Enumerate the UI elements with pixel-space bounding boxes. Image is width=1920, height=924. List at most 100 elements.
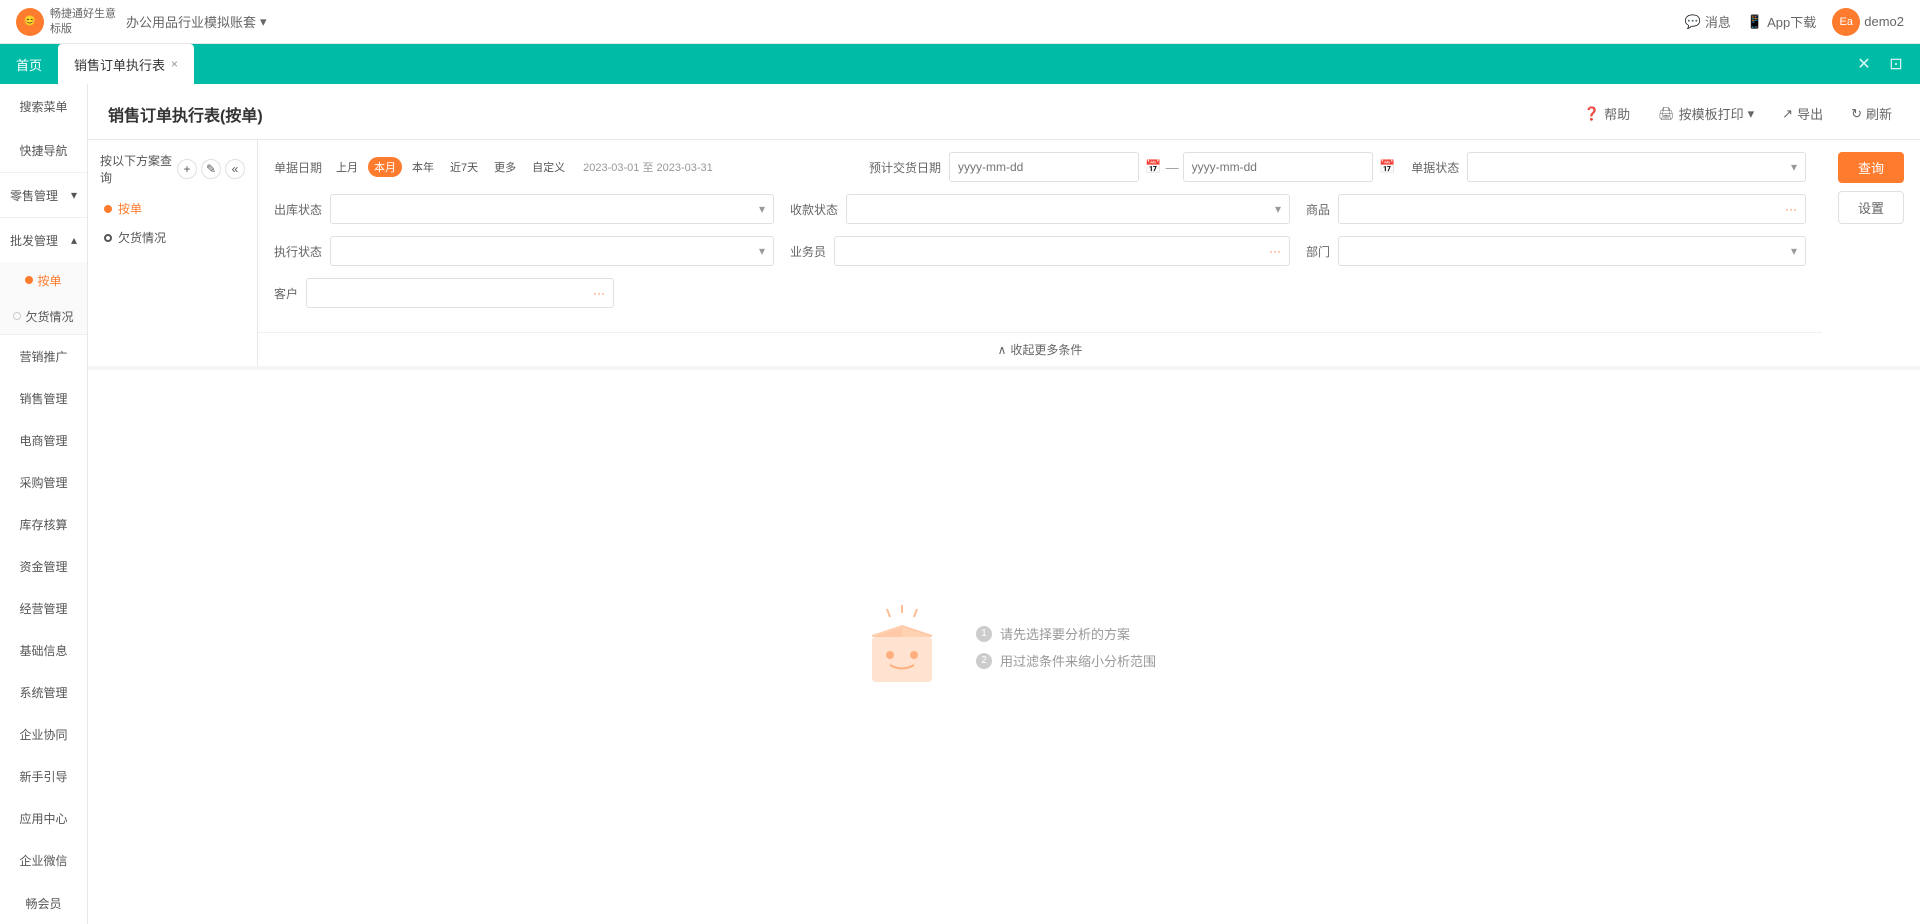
- refresh-icon: ↻: [1851, 106, 1862, 122]
- exec-status-label: 执行状态: [274, 243, 322, 260]
- tab-sales-order[interactable]: 销售订单执行表 ×: [58, 44, 194, 84]
- calendar-end-icon[interactable]: 📅: [1379, 159, 1395, 175]
- message-button[interactable]: 💬 消息: [1685, 12, 1731, 31]
- refresh-button[interactable]: ↻ 刷新: [1843, 100, 1900, 127]
- tab-close-icon[interactable]: ×: [171, 57, 178, 71]
- sidebar-item-sales[interactable]: 销售管理: [0, 377, 87, 419]
- page-header: 销售订单执行表(按单) ❓ 帮助 🖨 按模板打印 ▾ ↗ 导出: [88, 84, 1920, 140]
- add-scheme-button[interactable]: +: [177, 159, 197, 179]
- collapse-filters-button[interactable]: ∧ 收起更多条件: [258, 332, 1822, 366]
- sidebar-search[interactable]: 搜索菜单: [0, 84, 87, 128]
- quick-date-last-month[interactable]: 上月: [330, 157, 364, 177]
- sidebar-item-marketing[interactable]: 营销推广: [0, 335, 87, 377]
- edit-scheme-button[interactable]: ✎: [201, 159, 221, 179]
- quick-date-custom[interactable]: 自定义: [526, 157, 571, 177]
- scheme-dot-empty-icon: [104, 234, 112, 242]
- filter-field-date: 单据日期 上月 本月 本年 近7天 更多 自定义 2023-03-01 至 20…: [274, 157, 853, 177]
- app-download-icon: 📱: [1747, 14, 1763, 30]
- empty-tip-1: 1 请先选择要分析的方案: [976, 624, 1156, 643]
- sidebar-item-system[interactable]: 系统管理: [0, 672, 87, 714]
- expected-date-start[interactable]: [949, 152, 1139, 182]
- help-button[interactable]: ❓ 帮助: [1576, 100, 1638, 127]
- filter-field-collect-status: 收款状态 ▾: [790, 194, 1290, 224]
- scheme-dot-icon: [104, 205, 112, 213]
- customer-select[interactable]: ···: [306, 278, 614, 308]
- sidebar-sub-press[interactable]: 按单: [0, 262, 87, 298]
- sidebar-item-basics[interactable]: 基础信息: [0, 630, 87, 672]
- empty-tip-2: 2 用过滤条件来缩小分析范围: [976, 651, 1156, 670]
- quick-date-7days[interactable]: 近7天: [444, 157, 484, 177]
- breadcrumb-arrow-icon[interactable]: ▾: [260, 14, 267, 30]
- calendar-start-icon[interactable]: 📅: [1145, 159, 1161, 175]
- salesperson-select[interactable]: ···: [834, 236, 1290, 266]
- tab-bar-actions: ✕ ⊡: [1852, 52, 1920, 76]
- top-header: 😊 畅捷通好生意 标版 办公用品行业模拟账套 ▾ 💬 消息 📱 App下载 Ea…: [0, 0, 1920, 44]
- tab-close-window[interactable]: ✕: [1852, 52, 1876, 76]
- filter-form: 单据日期 上月 本月 本年 近7天 更多 自定义 2023-03-01 至 20…: [258, 140, 1822, 332]
- chevron-down-dept-icon: ▾: [1791, 244, 1797, 258]
- filter-row-2: 出库状态 ▾ 收款状态 ▾: [274, 194, 1806, 224]
- quick-date-more[interactable]: 更多: [488, 157, 522, 177]
- out-status-label: 出库状态: [274, 201, 322, 218]
- sidebar-quick-nav[interactable]: 快捷导航: [0, 128, 87, 172]
- sidebar-item-collab[interactable]: 企业协同: [0, 714, 87, 756]
- query-button[interactable]: 查询: [1838, 152, 1904, 183]
- user-profile[interactable]: Ea demo2: [1832, 8, 1904, 36]
- collect-status-select[interactable]: ▾: [846, 194, 1290, 224]
- filter-field-dept: 部门 ▾: [1306, 236, 1806, 266]
- sidebar-item-ecommerce[interactable]: 电商管理: [0, 419, 87, 461]
- sidebar-retail-section: 零售管理 ▾: [0, 173, 87, 218]
- sidebar-item-inventory[interactable]: 库存核算: [0, 503, 87, 545]
- sidebar-item-wholesale[interactable]: 批发管理 ▴: [0, 218, 87, 262]
- more-icon-customer: ···: [593, 286, 605, 300]
- out-status-select[interactable]: ▾: [330, 194, 774, 224]
- quick-date-this-month[interactable]: 本月: [368, 157, 402, 177]
- template-print-button[interactable]: 🖨 按模板打印 ▾: [1650, 100, 1762, 127]
- chevron-down-collect-status-icon: ▾: [1275, 202, 1281, 216]
- tab-restore-window[interactable]: ⊡: [1884, 52, 1908, 76]
- logo-area: 😊 畅捷通好生意 标版: [16, 7, 116, 36]
- sidebar-item-retail[interactable]: 零售管理 ▾: [0, 173, 87, 217]
- sidebar-item-wechat[interactable]: 企业微信: [0, 840, 87, 882]
- main-layout: 搜索菜单 快捷导航 零售管理 ▾ 批发管理 ▴ 按单 欠货情况: [0, 84, 1920, 924]
- query-actions: 查询 设置: [1822, 140, 1920, 366]
- single-status-label: 单据状态: [1411, 159, 1459, 176]
- dept-select[interactable]: ▾: [1338, 236, 1806, 266]
- sidebar-item-newcomer[interactable]: 新手引导: [0, 756, 87, 798]
- sidebar-item-operations[interactable]: 经营管理: [0, 587, 87, 629]
- sidebar-search-section: 搜索菜单 快捷导航: [0, 84, 87, 173]
- header-left: 😊 畅捷通好生意 标版 办公用品行业模拟账套 ▾: [16, 7, 267, 36]
- content-area: 销售订单执行表(按单) ❓ 帮助 🖨 按模板打印 ▾ ↗ 导出: [88, 84, 1920, 924]
- single-status-select[interactable]: ▾: [1467, 152, 1806, 182]
- sidebar-item-finance[interactable]: 资金管理: [0, 545, 87, 587]
- breadcrumb-text: 办公用品行业模拟账套: [126, 12, 256, 31]
- quick-dates: 上月 本月 本年 近7天 更多 自定义: [330, 157, 571, 177]
- tab-home[interactable]: 首页: [0, 44, 58, 84]
- dept-label: 部门: [1306, 243, 1330, 260]
- sidebar: 搜索菜单 快捷导航 零售管理 ▾ 批发管理 ▴ 按单 欠货情况: [0, 84, 88, 924]
- chevron-down-exec-status-icon: ▾: [759, 244, 765, 258]
- collapse-icon: ∧: [998, 343, 1007, 357]
- collapse-sidebar-button[interactable]: «: [225, 159, 245, 179]
- header-right: 💬 消息 📱 App下载 Ea demo2: [1685, 8, 1904, 36]
- sidebar-sub-debt[interactable]: 欠货情况: [0, 298, 87, 334]
- app-download-button[interactable]: 📱 App下载: [1747, 12, 1816, 31]
- settings-button[interactable]: 设置: [1838, 191, 1904, 224]
- exec-status-select[interactable]: ▾: [330, 236, 774, 266]
- customer-label: 客户: [274, 285, 298, 302]
- sidebar-item-purchase[interactable]: 采购管理: [0, 461, 87, 503]
- filter-scheme-debt[interactable]: 欠货情况: [96, 223, 249, 252]
- filter-panel: 按以下方案查询 + ✎ « 按单: [88, 140, 1920, 366]
- export-button[interactable]: ↗ 导出: [1774, 100, 1831, 127]
- quick-date-this-year[interactable]: 本年: [406, 157, 440, 177]
- empty-state-illustration: [852, 597, 952, 697]
- expected-date-end[interactable]: [1183, 152, 1373, 182]
- single-date-label: 单据日期: [274, 159, 322, 176]
- sidebar-item-member[interactable]: 畅会员: [0, 882, 87, 924]
- product-select[interactable]: ···: [1338, 194, 1806, 224]
- sidebar-item-appstore[interactable]: 应用中心: [0, 798, 87, 840]
- filter-scheme-press[interactable]: 按单: [96, 194, 249, 223]
- page-title-actions: ❓ 帮助 🖨 按模板打印 ▾ ↗ 导出 ↻ 刷新: [1576, 100, 1900, 127]
- more-icon-salesperson: ···: [1269, 244, 1281, 258]
- filter-row-1: 单据日期 上月 本月 本年 近7天 更多 自定义 2023-03-01 至 20…: [274, 152, 1806, 182]
